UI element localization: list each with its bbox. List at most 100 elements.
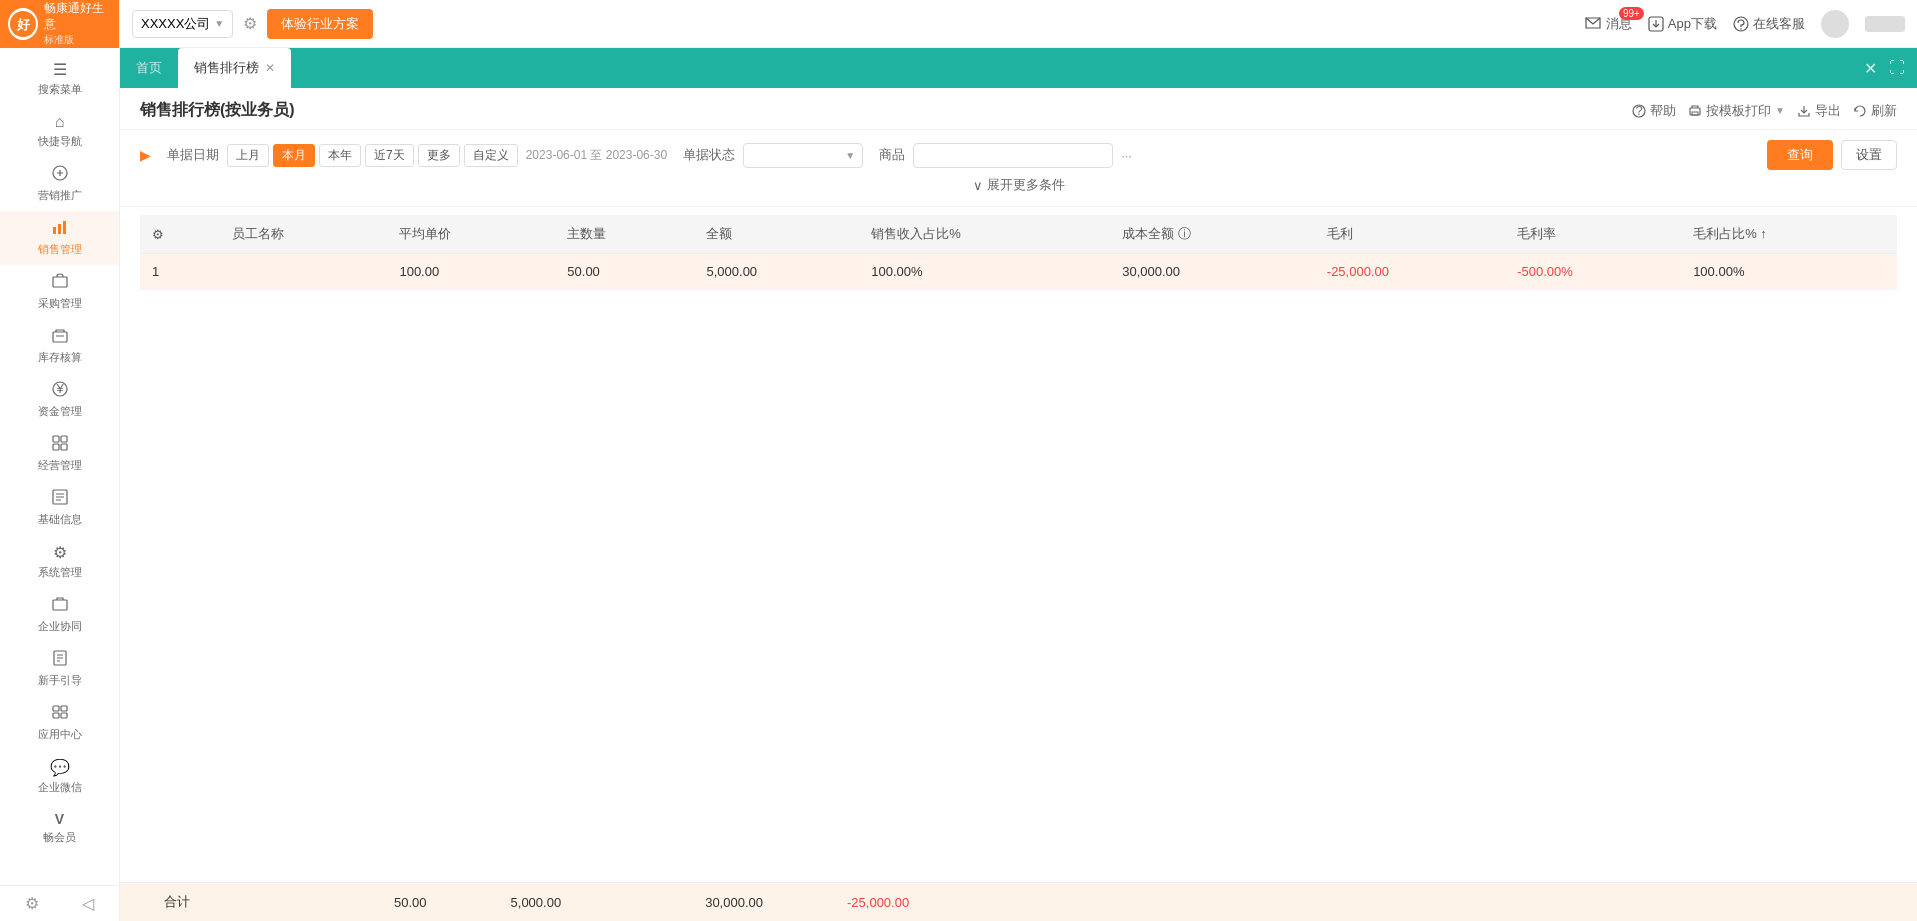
refresh-button[interactable]: 刷新 [1853, 102, 1897, 120]
svg-rect-19 [53, 600, 67, 610]
col-qty[interactable]: 主数量 [555, 215, 694, 254]
col-avg-price[interactable]: 平均单价 [387, 215, 555, 254]
sidebar-item-member[interactable]: V 畅会员 [0, 803, 119, 853]
company-selector[interactable]: XXXXX公司 ▼ [132, 10, 233, 38]
col-name[interactable]: 员工名称 [220, 215, 388, 254]
col-amount-label: 全额 [706, 226, 732, 241]
sidebar-item-purchase-label: 采购管理 [38, 296, 82, 311]
sidebar-item-base[interactable]: 基础信息 [0, 481, 119, 535]
enterprise-icon [52, 596, 68, 616]
date-btn-current-year[interactable]: 本年 [319, 144, 361, 167]
app-download-button[interactable]: App下载 [1648, 15, 1717, 33]
apps-icon [52, 704, 68, 724]
sidebar-item-shortcut[interactable]: ⌂ 快捷导航 [0, 105, 119, 157]
company-dropdown-arrow: ▼ [214, 18, 224, 29]
status-select-wrapper [743, 143, 863, 168]
sidebar-item-marketing-label: 营销推广 [38, 188, 82, 203]
export-button[interactable]: 导出 [1797, 102, 1841, 120]
sidebar-item-apps-label: 应用中心 [38, 727, 82, 742]
sidebar-item-wechat[interactable]: 💬 企业微信 [0, 750, 119, 803]
col-sales-pct[interactable]: 销售收入占比% [859, 215, 1110, 254]
table-body: 1 100.00 50.00 5,000.00 [140, 254, 1897, 290]
top-bar: XXXXX公司 ▼ ⚙ 体验行业方案 消息 99+ App下载 [120, 0, 1917, 48]
sidebar-item-search[interactable]: ☰ 搜索菜单 [0, 52, 119, 105]
footer-cost: 30,000.00 [693, 895, 775, 910]
user-avatar[interactable] [1821, 10, 1849, 38]
footer-settings-icon[interactable]: ⚙ [25, 894, 39, 913]
sidebar-header: 好 畅康通好生意 标准版 [0, 0, 119, 48]
topbar-settings-icon[interactable]: ⚙ [243, 14, 257, 33]
svg-rect-26 [53, 713, 59, 718]
help-button[interactable]: ? 帮助 [1632, 102, 1676, 120]
tab-close-icon[interactable]: ✕ [265, 61, 275, 75]
user-name-placeholder[interactable] [1865, 16, 1905, 32]
col-amount[interactable]: 全额 [694, 215, 859, 254]
query-button[interactable]: 查询 [1767, 140, 1833, 170]
cell-gross-rate: -500.00% [1505, 254, 1681, 290]
tab-home[interactable]: 首页 [120, 48, 178, 88]
sidebar-item-purchase[interactable]: 采购管理 [0, 265, 119, 319]
footer-collapse-icon[interactable]: ◁ [82, 894, 94, 913]
cell-gross: -25,000.00 [1315, 254, 1505, 290]
sidebar-title-block: 畅康通好生意 标准版 [44, 1, 111, 46]
sidebar-item-guide[interactable]: 新手引导 [0, 642, 119, 696]
sidebar-logo: 好 [8, 8, 38, 40]
tab-sales-ranking[interactable]: 销售排行榜 ✕ [178, 48, 291, 88]
col-gross-rate[interactable]: 毛利率 [1505, 215, 1681, 254]
base-icon [52, 489, 68, 509]
sidebar-item-sales-label: 销售管理 [38, 242, 82, 257]
expand-row: ∨ 展开更多条件 [140, 170, 1897, 196]
export-label: 导出 [1815, 102, 1841, 120]
help-label: 帮助 [1650, 102, 1676, 120]
print-dropdown-arrow: ▼ [1775, 105, 1785, 116]
operations-icon [52, 435, 68, 455]
sidebar-item-inventory-label: 库存核算 [38, 350, 82, 365]
filter-row: ▶ 单据日期 上月 本月 本年 近7天 更多 自定义 2023-06-01 至 … [140, 140, 1897, 170]
svg-rect-11 [53, 436, 59, 442]
message-button[interactable]: 消息 99+ [1584, 15, 1632, 33]
sidebar-item-apps[interactable]: 应用中心 [0, 696, 119, 750]
inventory-icon [52, 327, 68, 347]
date-btn-7days[interactable]: 近7天 [365, 144, 414, 167]
sidebar-item-sales[interactable]: 销售管理 [0, 211, 119, 265]
col-cost[interactable]: 成本全额 ⓘ [1110, 215, 1315, 254]
col-gross[interactable]: 毛利 [1315, 215, 1505, 254]
sidebar-item-inventory[interactable]: 库存核算 [0, 319, 119, 373]
sidebar-item-system[interactable]: ⚙ 系统管理 [0, 535, 119, 588]
svg-rect-4 [58, 224, 61, 234]
company-name: XXXXX公司 [141, 15, 210, 33]
sidebar-item-guide-label: 新手引导 [38, 673, 82, 688]
sidebar-item-enterprise[interactable]: 企业协同 [0, 588, 119, 642]
expand-conditions-button[interactable]: ∨ 展开更多条件 [973, 176, 1065, 194]
online-service-button[interactable]: 在线客服 [1733, 15, 1805, 33]
tab-close-all-icon[interactable]: ✕ [1864, 59, 1877, 78]
date-btn-current-month[interactable]: 本月 [273, 144, 315, 167]
svg-rect-6 [53, 277, 67, 287]
wechat-icon: 💬 [50, 758, 70, 777]
date-btn-last-month[interactable]: 上月 [227, 144, 269, 167]
col-gross-pct[interactable]: 毛利占比% ↑ [1681, 215, 1897, 254]
sidebar-item-marketing[interactable]: 营销推广 [0, 157, 119, 211]
col-index[interactable]: ⚙ [140, 215, 220, 254]
svg-rect-27 [61, 713, 67, 718]
svg-text:¥: ¥ [55, 381, 64, 396]
filter-expand-toggle[interactable]: ▶ [140, 147, 151, 163]
sidebar-nav: ☰ 搜索菜单 ⌂ 快捷导航 营销推广 销售 [0, 48, 119, 885]
sidebar-item-operations[interactable]: 经营管理 [0, 427, 119, 481]
date-btn-custom[interactable]: 自定义 [464, 144, 518, 167]
filter-actions: 查询 设置 [1767, 140, 1897, 170]
filter-more-icon[interactable]: ··· [1121, 148, 1132, 163]
status-select[interactable] [743, 143, 863, 168]
filter-bar: ▶ 单据日期 上月 本月 本年 近7天 更多 自定义 2023-06-01 至 … [120, 130, 1917, 207]
settings-button[interactable]: 设置 [1841, 140, 1897, 170]
sidebar-item-wechat-label: 企业微信 [38, 780, 82, 795]
tab-fullscreen-icon[interactable]: ⛶ [1889, 59, 1905, 77]
date-filter-label: 单据日期 [167, 146, 219, 164]
print-button[interactable]: 按模板打印 ▼ [1688, 102, 1785, 120]
date-buttons: 上月 本月 本年 近7天 更多 自定义 [227, 144, 518, 167]
topbar-right: 消息 99+ App下载 在线客服 [1584, 10, 1905, 38]
sidebar-item-finance[interactable]: ¥ 资金管理 [0, 373, 119, 427]
date-btn-more[interactable]: 更多 [418, 144, 460, 167]
trial-button[interactable]: 体验行业方案 [267, 9, 373, 39]
goods-input[interactable] [913, 143, 1113, 168]
